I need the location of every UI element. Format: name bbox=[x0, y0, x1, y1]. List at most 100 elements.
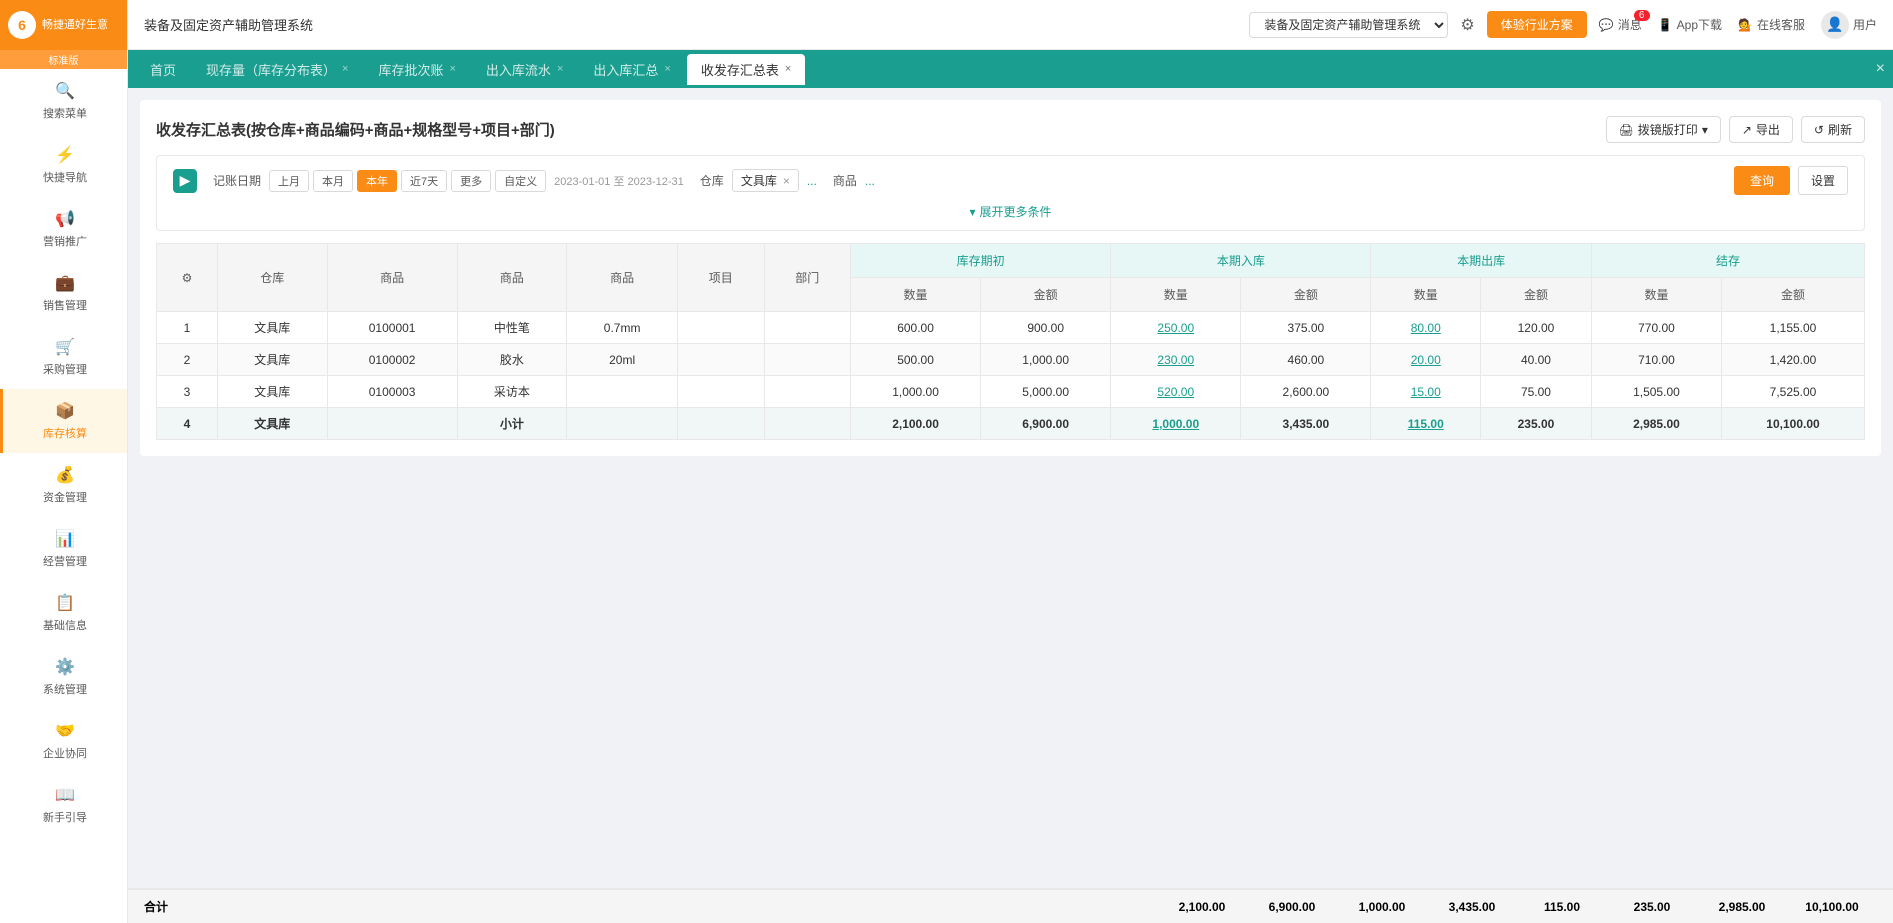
sidebar-item-system[interactable]: ⚙️ 系统管理 bbox=[0, 645, 127, 709]
th-group-out: 本期出库 bbox=[1371, 244, 1591, 278]
sidebar-item-purchase[interactable]: 🛒 采购管理 bbox=[0, 325, 127, 389]
service-label: 在线客服 bbox=[1757, 16, 1805, 33]
td-qty-bal: 2,985.00 bbox=[1591, 408, 1721, 440]
td-no: 2 bbox=[157, 344, 218, 376]
sidebar-item-guide[interactable]: 📖 新手引导 bbox=[0, 773, 127, 837]
filter-settings-button[interactable]: 设置 bbox=[1798, 166, 1848, 195]
th-qty-in: 数量 bbox=[1111, 278, 1241, 312]
td-qty-in[interactable]: 250.00 bbox=[1111, 312, 1241, 344]
sidebar-item-inventory[interactable]: 📦 库存核算 bbox=[0, 389, 127, 453]
td-amt-out: 40.00 bbox=[1481, 344, 1592, 376]
sidebar-item-label: 搜索菜单 bbox=[43, 105, 87, 121]
tab-close-icon[interactable]: × bbox=[449, 63, 455, 75]
td-amt-init: 1,000.00 bbox=[981, 344, 1111, 376]
th-amt-out: 金额 bbox=[1481, 278, 1592, 312]
logo-text: 畅捷通好生意 bbox=[42, 18, 108, 32]
system-title: 装备及固定资产辅助管理系统 bbox=[144, 15, 1237, 34]
td-warehouse: 文具库 bbox=[218, 312, 328, 344]
td-qty-out[interactable]: 115.00 bbox=[1371, 408, 1481, 440]
th-qty-init: 数量 bbox=[851, 278, 981, 312]
tab-close-icon[interactable]: × bbox=[342, 63, 348, 75]
td-amt-in: 460.00 bbox=[1241, 344, 1371, 376]
export-button[interactable]: ↗ 导出 bbox=[1729, 116, 1793, 143]
td-qty-in[interactable]: 520.00 bbox=[1111, 376, 1241, 408]
main-area: 装备及固定资产辅助管理系统 装备及固定资产辅助管理系统 ⚙ 体验行业方案 💬 消… bbox=[128, 0, 1893, 923]
sidebar-item-basics[interactable]: 📋 基础信息 bbox=[0, 581, 127, 645]
tab-close-icon[interactable]: × bbox=[785, 63, 791, 75]
system-select[interactable]: 装备及固定资产辅助管理系统 bbox=[1249, 12, 1448, 38]
sidebar-item-collab[interactable]: 🤝 企业协同 bbox=[0, 709, 127, 773]
tab-inventory-dist[interactable]: 现存量（库存分布表） × bbox=[192, 54, 362, 85]
sidebar-item-sales[interactable]: 💼 销售管理 bbox=[0, 261, 127, 325]
sidebar-item-quicknav[interactable]: ⚡ 快捷导航 bbox=[0, 133, 127, 197]
app-download-label: App下载 bbox=[1677, 16, 1722, 33]
td-qty-out[interactable]: 15.00 bbox=[1371, 376, 1481, 408]
date-btn-more[interactable]: 更多 bbox=[451, 170, 491, 192]
td-project bbox=[678, 344, 764, 376]
th-group-bal: 结存 bbox=[1591, 244, 1864, 278]
sidebar-item-label: 经营管理 bbox=[43, 553, 87, 569]
sidebar-item-finance[interactable]: 💰 资金管理 bbox=[0, 453, 127, 517]
th-settings[interactable]: ⚙ bbox=[157, 244, 218, 312]
td-qty-out[interactable]: 80.00 bbox=[1371, 312, 1481, 344]
content-area: 收发存汇总表(按仓库+商品编码+商品+规格型号+项目+部门) 🖨 拨镜版打印 ▾… bbox=[128, 88, 1893, 888]
tab-batch[interactable]: 库存批次账 × bbox=[364, 54, 469, 85]
app-download-action[interactable]: 📱 App下载 bbox=[1658, 16, 1722, 33]
td-qty-init: 500.00 bbox=[851, 344, 981, 376]
experience-button[interactable]: 体验行业方案 bbox=[1487, 11, 1587, 38]
sidebar-item-marketing[interactable]: 📢 营销推广 bbox=[0, 197, 127, 261]
tab-flow[interactable]: 出入库流水 × bbox=[472, 54, 577, 85]
export-label: 导出 bbox=[1756, 121, 1780, 138]
refresh-button[interactable]: ↺ 刷新 bbox=[1801, 116, 1865, 143]
td-qty-out[interactable]: 20.00 bbox=[1371, 344, 1481, 376]
sidebar-item-label: 库存核算 bbox=[43, 425, 87, 441]
warehouse-tag[interactable]: 文具库 × bbox=[732, 169, 799, 192]
warehouse-label: 仓库 bbox=[700, 172, 724, 189]
guide-icon: 📖 bbox=[55, 785, 75, 805]
user-avatar: 👤 bbox=[1821, 11, 1849, 39]
settings-icon[interactable]: ⚙ bbox=[1460, 15, 1474, 35]
goods-more-button[interactable]: ... bbox=[865, 174, 875, 188]
online-service-action[interactable]: 💁 在线客服 bbox=[1738, 16, 1805, 33]
tab-summary[interactable]: 出入库汇总 × bbox=[579, 54, 684, 85]
finance-icon: 💰 bbox=[55, 465, 75, 485]
date-btn-custom[interactable]: 自定义 bbox=[495, 170, 546, 192]
date-btn-this-month[interactable]: 本月 bbox=[313, 170, 353, 192]
print-button[interactable]: 🖨 拨镜版打印 ▾ bbox=[1606, 116, 1721, 143]
query-button[interactable]: 查询 bbox=[1734, 166, 1790, 195]
td-project bbox=[678, 376, 764, 408]
topbar: 装备及固定资产辅助管理系统 装备及固定资产辅助管理系统 ⚙ 体验行业方案 💬 消… bbox=[128, 0, 1893, 50]
th-warehouse: 仓库 bbox=[218, 244, 328, 312]
sidebar-item-label: 销售管理 bbox=[43, 297, 87, 313]
tab-close-icon[interactable]: × bbox=[557, 63, 563, 75]
tabbar-close-icon[interactable]: × bbox=[1876, 60, 1885, 78]
footer-qty-in: 1,000.00 bbox=[1337, 900, 1427, 914]
td-qty-in[interactable]: 1,000.00 bbox=[1111, 408, 1241, 440]
warehouse-more-button[interactable]: ... bbox=[807, 174, 817, 188]
date-btn-last-month[interactable]: 上月 bbox=[269, 170, 309, 192]
sidebar-item-search[interactable]: 🔍 搜索菜单 bbox=[0, 69, 127, 133]
filter-expand-row: ▾ 展开更多条件 bbox=[173, 203, 1848, 220]
date-btn-this-year[interactable]: 本年 bbox=[357, 170, 397, 192]
th-amt-bal: 金额 bbox=[1722, 278, 1865, 312]
td-qty-in[interactable]: 230.00 bbox=[1111, 344, 1241, 376]
message-action[interactable]: 💬 消息 6 bbox=[1599, 16, 1642, 33]
th-group-in: 本期入库 bbox=[1111, 244, 1371, 278]
filter-expand-button[interactable]: ▶ bbox=[173, 169, 197, 193]
tab-stock-summary[interactable]: 收发存汇总表 × bbox=[687, 54, 805, 85]
expand-conditions-button[interactable]: ▾ 展开更多条件 bbox=[969, 203, 1051, 220]
tab-close-icon[interactable]: × bbox=[664, 63, 670, 75]
td-dept bbox=[764, 376, 850, 408]
user-action[interactable]: 👤 用户 bbox=[1821, 11, 1877, 39]
warehouse-tag-close-icon[interactable]: × bbox=[783, 174, 790, 188]
td-warehouse: 文具库 bbox=[218, 376, 328, 408]
td-qty-bal: 710.00 bbox=[1591, 344, 1721, 376]
sidebar-item-label: 资金管理 bbox=[43, 489, 87, 505]
tab-home[interactable]: 首页 bbox=[136, 54, 190, 85]
sidebar-item-operations[interactable]: 📊 经营管理 bbox=[0, 517, 127, 581]
date-btn-7days[interactable]: 近7天 bbox=[401, 170, 447, 192]
footer-amt-init: 6,900.00 bbox=[1247, 900, 1337, 914]
td-amt-init: 900.00 bbox=[981, 312, 1111, 344]
date-filter-group: 记账日期 上月 本月 本年 近7天 更多 自定义 2023-01-01 至 20… bbox=[213, 170, 684, 192]
td-amt-out: 235.00 bbox=[1481, 408, 1592, 440]
